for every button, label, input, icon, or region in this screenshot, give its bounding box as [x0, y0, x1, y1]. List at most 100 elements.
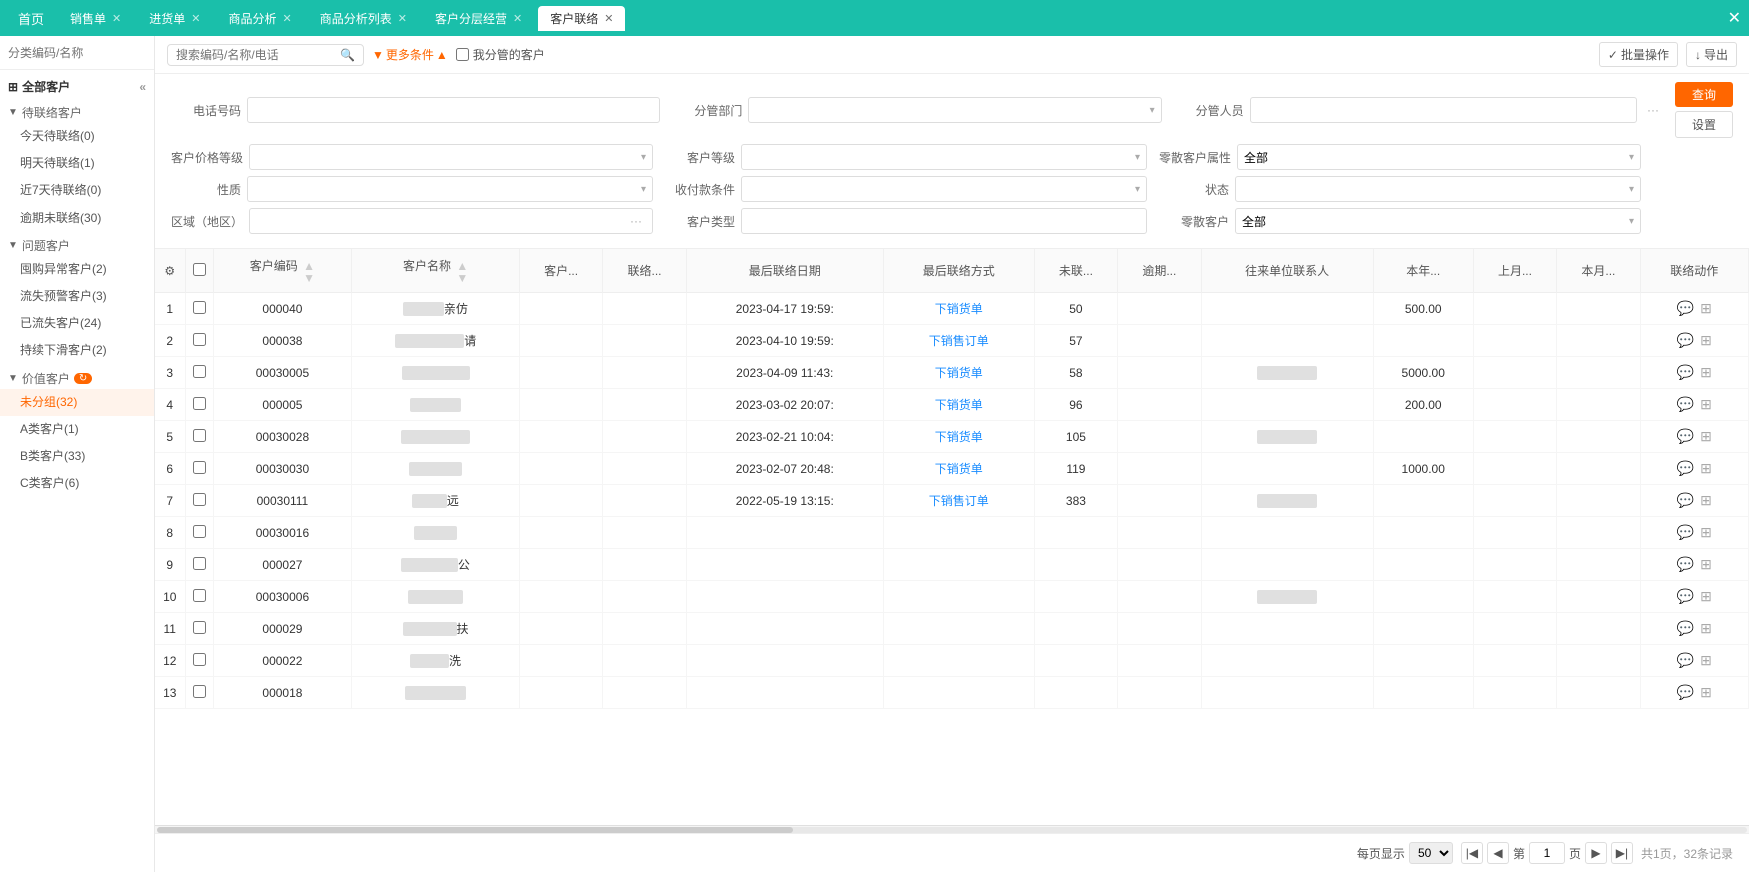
reset-button[interactable]: 设置 [1675, 111, 1733, 138]
chat-icon[interactable]: 💬 [1677, 588, 1694, 605]
row-check[interactable] [185, 293, 213, 325]
my-customers-checkbox[interactable]: 我分管的客户 [456, 46, 545, 63]
row-check[interactable] [185, 645, 213, 677]
nav-tab-sales[interactable]: 销售单 ✕ [58, 6, 133, 31]
collapse-icon[interactable]: « [139, 80, 146, 94]
nature-select[interactable]: ▾ [247, 176, 653, 202]
nav-tab-purchase[interactable]: 进货单 ✕ [137, 6, 212, 31]
row-check[interactable] [185, 485, 213, 517]
row-checkbox[interactable] [193, 653, 206, 666]
sidebar-group-problem[interactable]: ▼ 问题客户 [0, 232, 154, 256]
row-check[interactable] [185, 325, 213, 357]
col-company-contact[interactable]: 往来单位联系人 [1201, 249, 1373, 293]
department-select[interactable]: ▾ [748, 97, 1161, 123]
chat-icon[interactable]: 💬 [1677, 684, 1694, 701]
chat-icon[interactable]: 💬 [1677, 332, 1694, 349]
last-method-link[interactable]: 下销货单 [935, 398, 983, 412]
settings-column-header[interactable]: ⚙ [155, 249, 185, 293]
col-this-month[interactable]: 本月... [1557, 249, 1640, 293]
page-number-input[interactable] [1529, 842, 1565, 864]
more-options-button[interactable]: ··· [1643, 103, 1663, 117]
row-checkbox[interactable] [193, 685, 206, 698]
grid-action-icon[interactable]: ⊞ [1700, 620, 1712, 637]
sidebar-item-abnormal[interactable]: 囤购异常客户(2) [0, 256, 154, 283]
sidebar-item-churn-warning[interactable]: 流失预警客户(3) [0, 283, 154, 310]
grid-action-icon[interactable]: ⊞ [1700, 460, 1712, 477]
chat-icon[interactable]: 💬 [1677, 460, 1694, 477]
sidebar-group-value[interactable]: ▼ 价值客户 ↻ [0, 365, 154, 389]
col-last-date[interactable]: 最后联络日期 [686, 249, 883, 293]
price-level-select[interactable]: ▾ [249, 144, 653, 170]
sidebar-item-overdue[interactable]: 逾期未联络(30) [0, 205, 154, 232]
nav-tab-product-analysis[interactable]: 商品分析 ✕ [216, 6, 303, 31]
sidebar-item-7days[interactable]: 近7天待联络(0) [0, 177, 154, 204]
sidebar-item-class-b[interactable]: B类客户(33) [0, 443, 154, 470]
chat-icon[interactable]: 💬 [1677, 620, 1694, 637]
my-customers-check[interactable] [456, 48, 469, 61]
last-method-link[interactable]: 下销货单 [935, 366, 983, 380]
more-options-icon[interactable]: ··· [626, 214, 646, 228]
customer-type-select[interactable] [741, 208, 1147, 234]
grid-action-icon[interactable]: ⊞ [1700, 556, 1712, 573]
chat-icon[interactable]: 💬 [1677, 492, 1694, 509]
query-button[interactable]: 查询 [1675, 82, 1733, 107]
col-code[interactable]: 客户编码 ▲▼ [213, 249, 352, 293]
retail-customer-select[interactable]: 全部 ▾ [1235, 208, 1641, 234]
sidebar-group-pending[interactable]: ▼ 待联络客户 [0, 99, 154, 123]
grid-action-icon[interactable]: ⊞ [1700, 492, 1712, 509]
row-checkbox[interactable] [193, 493, 206, 506]
row-check[interactable] [185, 677, 213, 709]
horizontal-scrollbar[interactable] [155, 825, 1749, 833]
last-method-link[interactable]: 下销货单 [935, 430, 983, 444]
sidebar-item-declining[interactable]: 持续下滑客户(2) [0, 337, 154, 364]
col-last-month[interactable]: 上月... [1473, 249, 1556, 293]
sidebar-item-class-a[interactable]: A类客户(1) [0, 416, 154, 443]
sidebar-item-lost[interactable]: 已流失客户(24) [0, 310, 154, 337]
row-checkbox[interactable] [193, 397, 206, 410]
row-checkbox[interactable] [193, 525, 206, 538]
row-check[interactable] [185, 389, 213, 421]
chat-icon[interactable]: 💬 [1677, 428, 1694, 445]
grid-action-icon[interactable]: ⊞ [1700, 428, 1712, 445]
grid-action-icon[interactable]: ⊞ [1700, 652, 1712, 669]
row-checkbox[interactable] [193, 589, 206, 602]
chat-icon[interactable]: 💬 [1677, 300, 1694, 317]
sidebar-item-today[interactable]: 今天待联络(0) [0, 123, 154, 150]
scrollbar-thumb[interactable] [157, 827, 793, 833]
close-icon[interactable]: ✕ [112, 12, 121, 25]
row-check[interactable] [185, 581, 213, 613]
more-conditions-button[interactable]: ▼ 更多条件 ▲ [372, 46, 448, 63]
row-checkbox[interactable] [193, 557, 206, 570]
col-this-year[interactable]: 本年... [1373, 249, 1473, 293]
sidebar-item-class-c[interactable]: C类客户(6) [0, 470, 154, 497]
close-icon[interactable]: ✕ [604, 12, 613, 25]
row-last-method[interactable]: 下销货单 [883, 357, 1034, 389]
row-check[interactable] [185, 613, 213, 645]
nav-home[interactable]: 首页 [8, 5, 54, 32]
row-checkbox[interactable] [193, 621, 206, 634]
last-method-link[interactable]: 下销货单 [935, 462, 983, 476]
row-checkbox[interactable] [193, 365, 206, 378]
chat-icon[interactable]: 💬 [1677, 396, 1694, 413]
row-check[interactable] [185, 549, 213, 581]
batch-operation-button[interactable]: ✓ 批量操作 [1599, 42, 1678, 67]
row-checkbox[interactable] [193, 461, 206, 474]
row-last-method[interactable]: 下销货单 [883, 293, 1034, 325]
row-last-method[interactable]: 下销售订单 [883, 325, 1034, 357]
col-overdue[interactable]: 逾期... [1118, 249, 1201, 293]
grid-action-icon[interactable]: ⊞ [1700, 588, 1712, 605]
grid-action-icon[interactable]: ⊞ [1700, 396, 1712, 413]
select-all-column[interactable] [185, 249, 213, 293]
row-check[interactable] [185, 453, 213, 485]
grid-action-icon[interactable]: ⊞ [1700, 524, 1712, 541]
row-check[interactable] [185, 421, 213, 453]
grid-action-icon[interactable]: ⊞ [1700, 332, 1712, 349]
manager-select[interactable] [1250, 97, 1637, 123]
close-icon[interactable]: ✕ [398, 12, 407, 25]
retail-attr-select[interactable]: 全部 ▾ [1237, 144, 1641, 170]
row-last-method[interactable]: 下销售订单 [883, 485, 1034, 517]
sidebar-item-ungroup[interactable]: 未分组(32) [0, 389, 154, 416]
row-last-method[interactable]: 下销货单 [883, 421, 1034, 453]
prev-page-button[interactable]: ◀ [1487, 842, 1509, 864]
refresh-badge[interactable]: ↻ [74, 373, 92, 384]
